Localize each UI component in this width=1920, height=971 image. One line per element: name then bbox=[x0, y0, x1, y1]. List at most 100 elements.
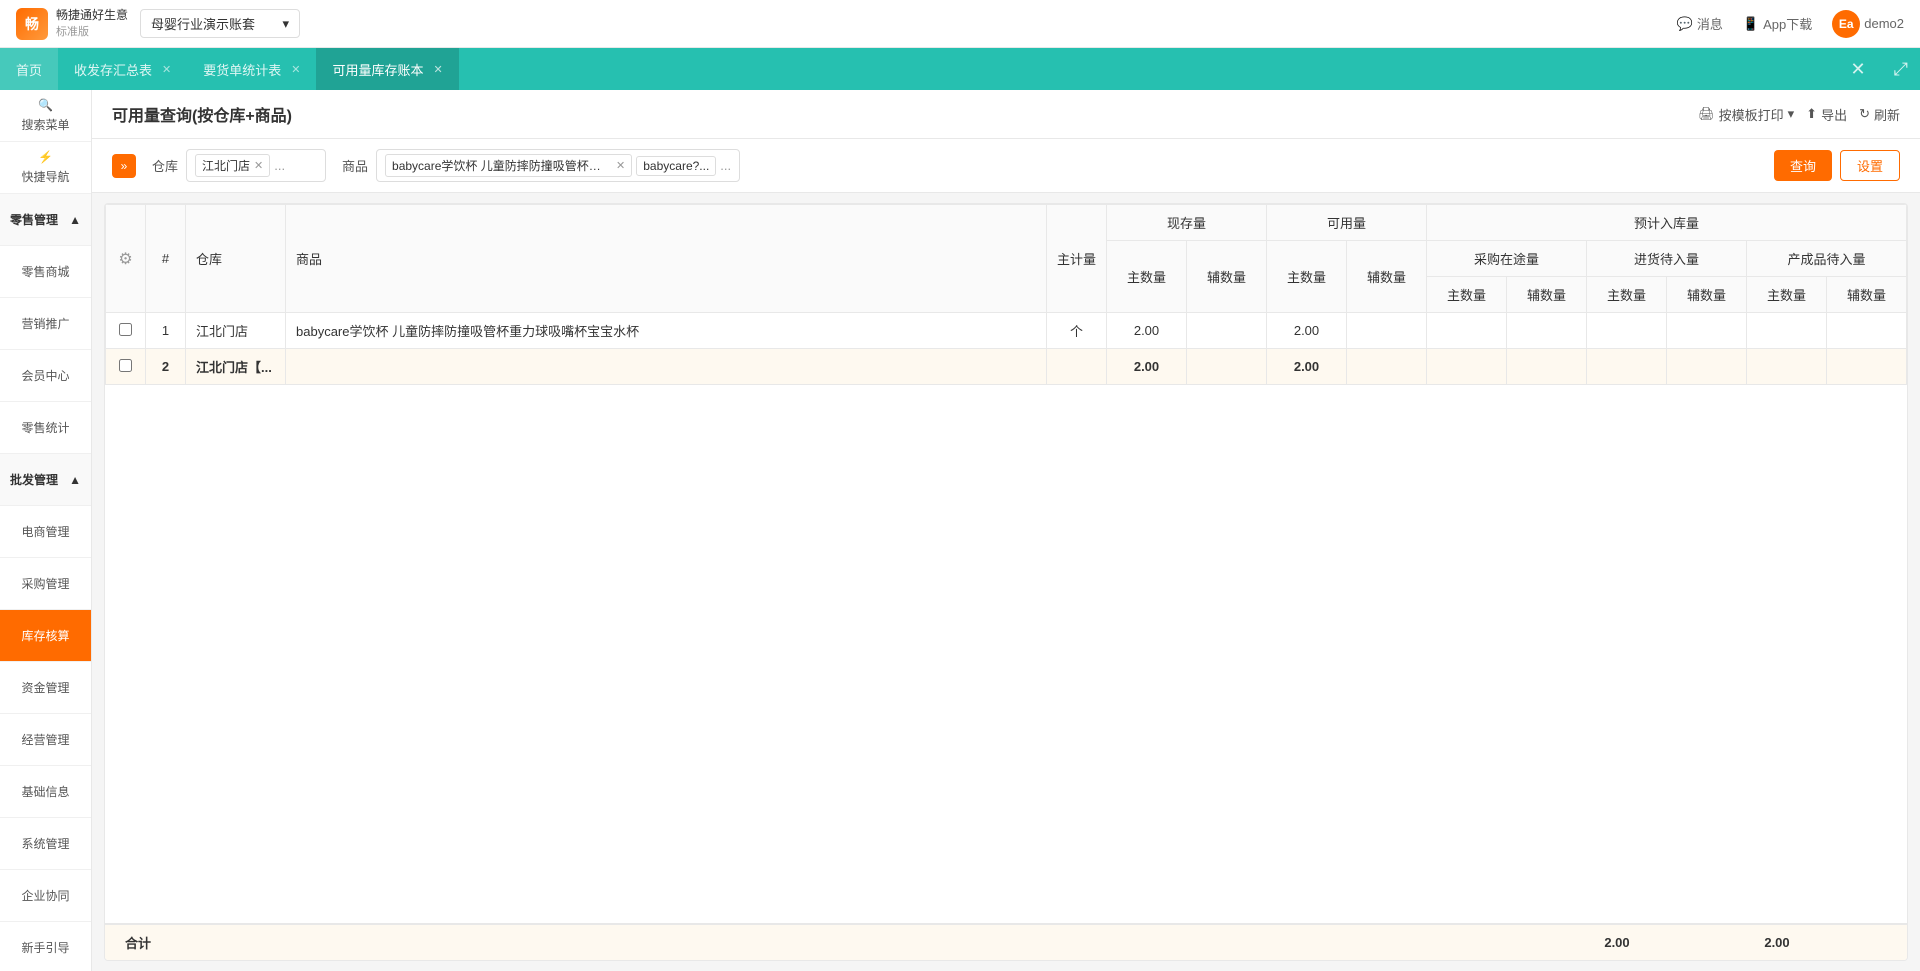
warehouse-more-icon[interactable]: ... bbox=[274, 158, 285, 173]
col-incoming-main-header: 主数量 bbox=[1587, 277, 1667, 313]
download-icon: 📱 bbox=[1743, 16, 1759, 32]
main-layout: 🔍 搜索菜单 ⚡ 快捷导航 零售管理 ▲ 零售商城 营销推广 会员中心 零售统计… bbox=[0, 90, 1920, 971]
sidebar-item-guide[interactable]: 新手引导 bbox=[0, 922, 91, 971]
user-profile[interactable]: Ea demo2 bbox=[1832, 10, 1904, 38]
col-purchase-aux-header: 辅数量 bbox=[1507, 277, 1587, 313]
logo-icon: 畅 bbox=[16, 8, 48, 40]
avatar: Ea bbox=[1832, 10, 1860, 38]
logo-text-block: 畅捷通好生意 标准版 bbox=[56, 8, 128, 40]
footer-avail-main: 2.00 bbox=[1737, 935, 1817, 950]
col-product-header: 商品 bbox=[286, 205, 1047, 313]
col-purchase-transit-header: 采购在途量 bbox=[1427, 241, 1587, 277]
sidebar-group-wholesale[interactable]: 批发管理 ▲ bbox=[0, 454, 91, 506]
product-remove-icon[interactable]: ✕ bbox=[616, 159, 625, 172]
close-icon[interactable]: ✕ bbox=[162, 63, 171, 76]
row-stock-aux bbox=[1187, 349, 1267, 385]
page-header-actions: 🖨 按模板打印 ▾ ⬆ 导出 ↻ 刷新 bbox=[1698, 105, 1900, 136]
export-icon: ⬆ bbox=[1806, 106, 1817, 122]
row-product-aux bbox=[1827, 313, 1907, 349]
row-checkbox-cell[interactable] bbox=[106, 349, 146, 385]
sidebar-item-inventory[interactable]: 库存核算 bbox=[0, 610, 91, 662]
page-title: 可用量查询(按仓库+商品) bbox=[112, 102, 292, 138]
row-purchase-aux bbox=[1507, 349, 1587, 385]
finance-label: 资金管理 bbox=[21, 679, 69, 696]
row-purchase-main bbox=[1427, 349, 1507, 385]
chevron-icon: ▲ bbox=[69, 473, 81, 487]
row-checkbox[interactable] bbox=[119, 323, 132, 336]
row-checkbox-cell[interactable] bbox=[106, 313, 146, 349]
sidebar-item-retail-mall[interactable]: 零售商城 bbox=[0, 246, 91, 298]
sidebar-item-operations[interactable]: 经营管理 bbox=[0, 714, 91, 766]
table-scroll[interactable]: ⚙ # 仓库 商品 主计量 现存量 可用量 预计入库量 主数量 辅 bbox=[105, 204, 1907, 923]
warehouse-input[interactable]: 江北门店 ✕ ... bbox=[186, 149, 326, 182]
print-icon: 🖨 bbox=[1698, 106, 1715, 122]
tab-stock-summary[interactable]: 收发存汇总表 ✕ bbox=[58, 48, 187, 90]
settings-icon[interactable]: ⚙ bbox=[118, 251, 132, 268]
expand-icon: » bbox=[121, 159, 128, 173]
close-icon[interactable]: ✕ bbox=[434, 63, 443, 76]
sidebar-item-basic[interactable]: 基础信息 bbox=[0, 766, 91, 818]
top-bar: 畅 畅捷通好生意 标准版 母婴行业演示账套 ▾ 💬 消息 📱 App下载 Ea … bbox=[0, 0, 1920, 48]
product-more-icon[interactable]: ... bbox=[720, 158, 731, 173]
sidebar-item-marketing[interactable]: 营销推广 bbox=[0, 298, 91, 350]
sidebar-item-finance[interactable]: 资金管理 bbox=[0, 662, 91, 714]
tab-order-stats[interactable]: 要货单统计表 ✕ bbox=[187, 48, 316, 90]
table-row: 1 江北门店 babycare学饮杯 儿童防摔防撞吸管杯重力球吸嘴杯宝宝水杯 个… bbox=[106, 313, 1907, 349]
row-avail-main: 2.00 bbox=[1267, 313, 1347, 349]
tab-available-stock[interactable]: 可用量库存账本 ✕ bbox=[316, 48, 458, 90]
product-tag-1: babycare学饮杯 儿童防摔防撞吸管杯重力球吸嘴杯宝宝水杯 ✕ bbox=[385, 154, 632, 177]
close-icon[interactable]: ✕ bbox=[291, 63, 300, 76]
ecommerce-label: 电商管理 bbox=[21, 523, 69, 540]
warehouse-remove-icon[interactable]: ✕ bbox=[254, 159, 263, 172]
col-stock-aux-header: 辅数量 bbox=[1187, 241, 1267, 313]
sidebar-item-search[interactable]: 🔍 搜索菜单 bbox=[0, 90, 91, 142]
row-incoming-main bbox=[1587, 313, 1667, 349]
table-area: ⚙ # 仓库 商品 主计量 现存量 可用量 预计入库量 主数量 辅 bbox=[104, 203, 1908, 961]
sidebar-item-retail-stats[interactable]: 零售统计 bbox=[0, 402, 91, 454]
tab-home[interactable]: 首页 bbox=[0, 48, 58, 90]
logo-area: 畅 畅捷通好生意 标准版 bbox=[16, 8, 128, 40]
logo-text: 畅捷通好生意 bbox=[56, 8, 128, 24]
sidebar-item-purchase[interactable]: 采购管理 bbox=[0, 558, 91, 610]
row-incoming-aux bbox=[1667, 313, 1747, 349]
tab-available-stock-label: 可用量库存账本 bbox=[332, 60, 423, 79]
expand-tabs-btn[interactable]: ⤢ bbox=[1882, 48, 1920, 90]
close-all-btn[interactable]: ✕ bbox=[1835, 48, 1882, 90]
tab-home-label: 首页 bbox=[16, 60, 42, 79]
nav-tabs: 首页 收发存汇总表 ✕ 要货单统计表 ✕ 可用量库存账本 ✕ ✕ ⤢ bbox=[0, 48, 1920, 90]
print-btn[interactable]: 🖨 按模板打印 ▾ bbox=[1698, 105, 1794, 124]
col-settings-header[interactable]: ⚙ bbox=[106, 205, 146, 313]
row-warehouse: 江北门店 bbox=[186, 313, 286, 349]
row-product: babycare学饮杯 儿童防摔防撞吸管杯重力球吸嘴杯宝宝水杯 bbox=[286, 313, 1047, 349]
refresh-btn[interactable]: ↻ 刷新 bbox=[1859, 105, 1900, 124]
sidebar-group-retail[interactable]: 零售管理 ▲ bbox=[0, 194, 91, 246]
footer-stock-main: 2.00 bbox=[1577, 935, 1657, 950]
col-avail-main-header: 主数量 bbox=[1267, 241, 1347, 313]
sidebar-item-system[interactable]: 系统管理 bbox=[0, 818, 91, 870]
query-button[interactable]: 查询 bbox=[1774, 150, 1832, 181]
setting-button[interactable]: 设置 bbox=[1840, 150, 1900, 181]
sidebar-item-quicknav[interactable]: ⚡ 快捷导航 bbox=[0, 142, 91, 194]
inventory-label: 库存核算 bbox=[21, 627, 69, 644]
product-input[interactable]: babycare学饮杯 儿童防摔防撞吸管杯重力球吸嘴杯宝宝水杯 ✕ babyca… bbox=[376, 149, 740, 182]
message-btn[interactable]: 💬 消息 bbox=[1677, 14, 1723, 33]
marketing-label: 营销推广 bbox=[21, 315, 69, 332]
collab-label: 企业协同 bbox=[21, 887, 69, 904]
sidebar-item-member[interactable]: 会员中心 bbox=[0, 350, 91, 402]
footer-avail-aux bbox=[1817, 935, 1897, 950]
col-product-pending-header: 产成品待入量 bbox=[1747, 241, 1907, 277]
filter-actions: 查询 设置 bbox=[1774, 150, 1900, 181]
industry-select[interactable]: 母婴行业演示账套 ▾ bbox=[140, 9, 300, 38]
footer-label: 合计 bbox=[125, 933, 151, 952]
app-download-btn[interactable]: 📱 App下载 bbox=[1743, 14, 1812, 33]
tab-order-stats-label: 要货单统计表 bbox=[203, 60, 281, 79]
col-unit-header: 主计量 bbox=[1046, 205, 1106, 313]
row-checkbox[interactable] bbox=[119, 359, 132, 372]
sidebar-item-ecommerce[interactable]: 电商管理 bbox=[0, 506, 91, 558]
warehouse-tag: 江北门店 ✕ bbox=[195, 154, 270, 177]
row-warehouse: 江北门店【... bbox=[186, 349, 286, 385]
sidebar-item-collab[interactable]: 企业协同 bbox=[0, 870, 91, 922]
chevron-down-icon: ▾ bbox=[1788, 106, 1795, 122]
export-btn[interactable]: ⬆ 导出 bbox=[1806, 105, 1847, 124]
expand-filter-btn[interactable]: » bbox=[112, 154, 136, 178]
